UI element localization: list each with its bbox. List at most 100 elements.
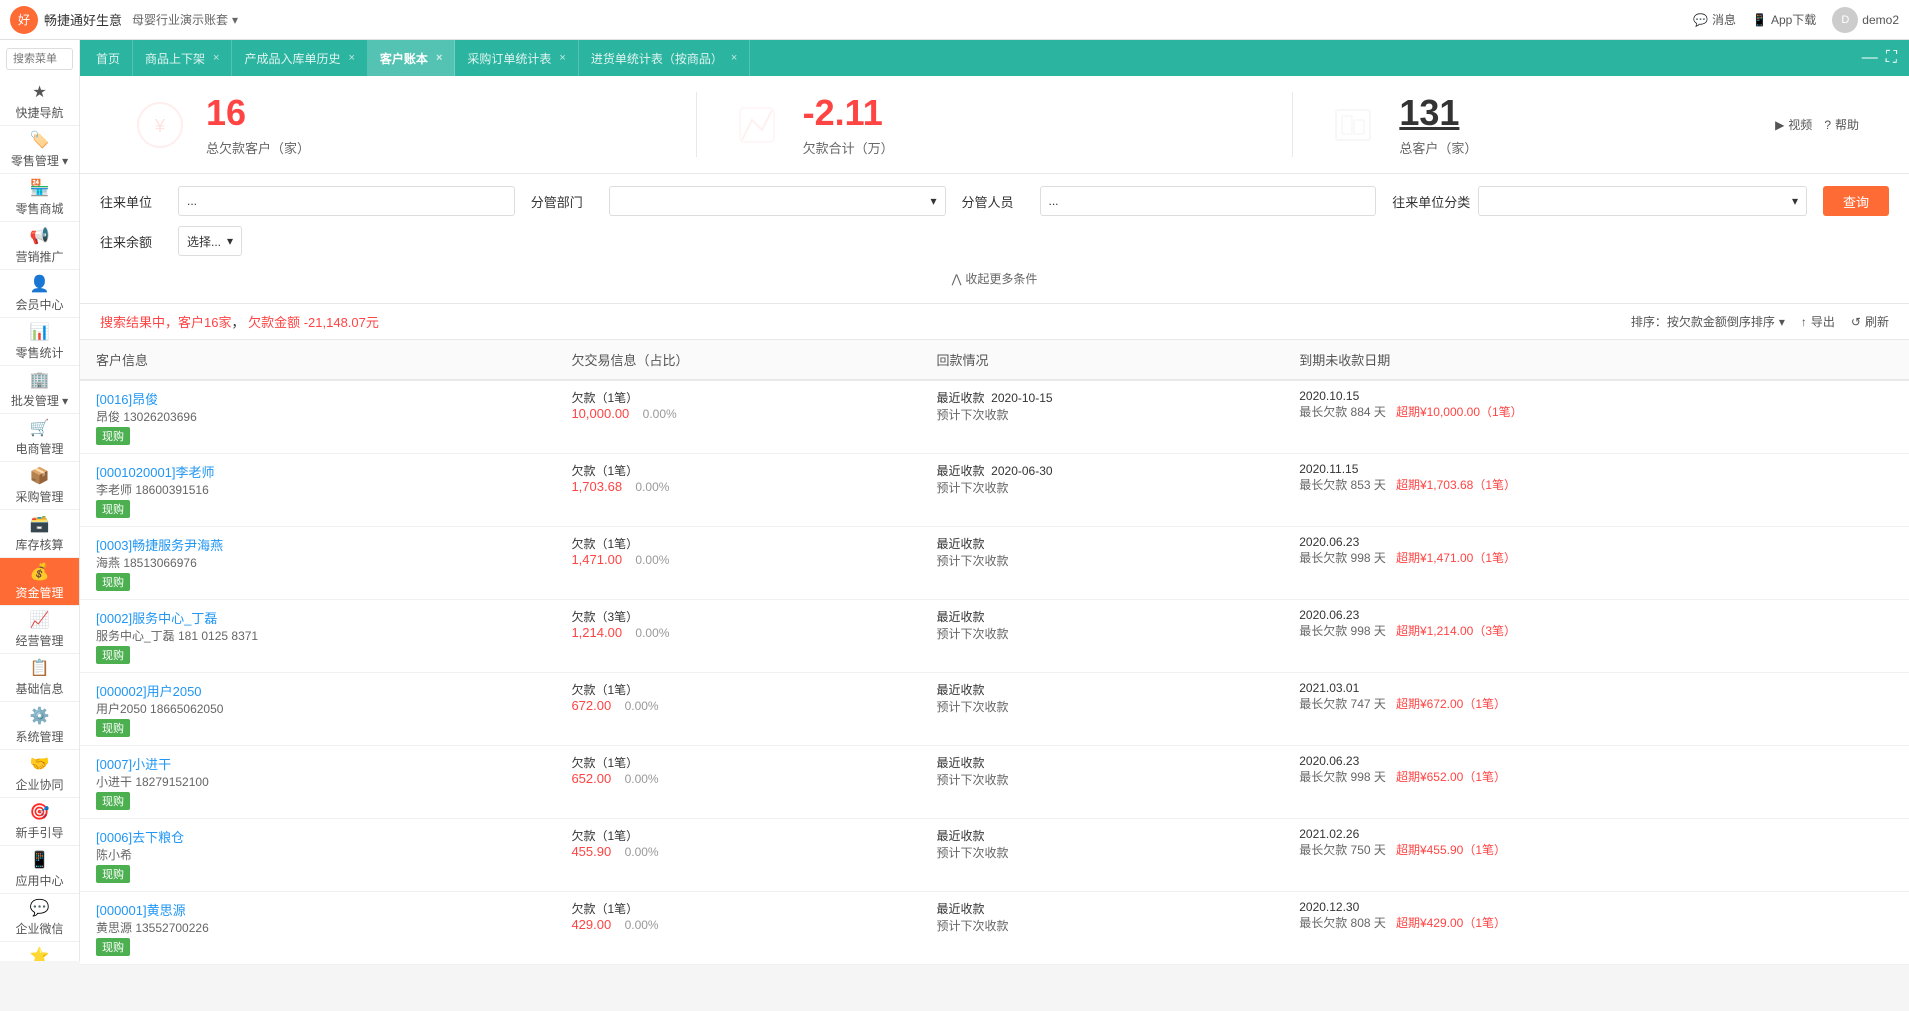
customer-tag-1: 现购 xyxy=(96,500,130,518)
next-collect-1: 预计下次收款 xyxy=(936,481,1008,495)
customer-name-link-3[interactable]: [0002]服务中心_丁磊 xyxy=(96,611,217,626)
results-bar: 搜索结果中，客户16家， 欠款金额 -21,148.07元 排序：按欠款金额倒序… xyxy=(80,304,1909,340)
overdue-amount-0[interactable]: 超期¥10,000.00（1笔） xyxy=(1396,405,1523,419)
industry-selector[interactable]: 母婴行业演示账套 ▾ xyxy=(132,11,238,28)
cell-due-date-5: 2020.06.23 最长欠款 998 天 超期¥652.00（1笔） xyxy=(1283,746,1909,819)
debt-amount-0: 10,000.00 xyxy=(571,406,629,421)
tab-expand-icon[interactable]: ⛶ xyxy=(1886,49,1897,67)
stat-total-customers: 131 总客户（家） ▶ 视频 ? 帮助 xyxy=(1293,92,1889,157)
app-center-label: 应用中心 xyxy=(15,872,63,889)
customer-name-link-5[interactable]: [0007]小进干 xyxy=(96,757,171,772)
inventory-label: 库存核算 xyxy=(15,536,63,553)
sidebar-item-enterprise-collab[interactable]: 🤝 企业协同 xyxy=(0,750,79,798)
refresh-btn[interactable]: ↺ 刷新 xyxy=(1851,313,1889,330)
sidebar-item-quick-nav[interactable]: ★ 快捷导航 xyxy=(0,78,79,126)
cell-debt-info-2: 欠款（1笔） 1,471.00 0.00% xyxy=(555,527,920,600)
tab-purchase-orders[interactable]: 采购订单统计表 × xyxy=(455,40,578,76)
debt-percent-0: 0.00% xyxy=(643,407,677,421)
help-btn[interactable]: ? 帮助 xyxy=(1824,116,1859,133)
business-icon: 📈 xyxy=(30,610,50,630)
overdue-amount-3[interactable]: 超期¥1,214.00（3笔） xyxy=(1396,624,1516,638)
collapse-button[interactable]: ⋀ 收起更多条件 xyxy=(952,270,1038,287)
export-btn[interactable]: ↑ 导出 xyxy=(1801,313,1835,330)
sidebar-item-inventory[interactable]: 🗃️ 库存核算 xyxy=(0,510,79,558)
app-icon: 📱 xyxy=(1752,13,1767,27)
sidebar-search-input[interactable] xyxy=(6,48,73,70)
tab-home[interactable]: 首页 xyxy=(84,40,133,76)
query-button[interactable]: 查询 xyxy=(1823,186,1889,216)
table-header: 客户信息 欠交易信息（占比） 回款情况 到期未收款日期 xyxy=(80,340,1909,380)
sidebar-item-retail-mgmt[interactable]: 🏷️ 零售管理 ▾ xyxy=(0,126,79,174)
sidebar-item-wholesale[interactable]: 🏢 批发管理 ▾ xyxy=(0,366,79,414)
customer-name-link-2[interactable]: [0003]畅捷服务尹海燕 xyxy=(96,538,223,553)
tab-collapse-icon[interactable]: — xyxy=(1862,49,1878,67)
refresh-icon: ↺ xyxy=(1851,315,1861,329)
tab-production-history-close[interactable]: × xyxy=(348,52,354,64)
overdue-amount-1[interactable]: 超期¥1,703.68（1笔） xyxy=(1396,478,1516,492)
filter-dept: 分管部门 ▾ xyxy=(531,186,946,216)
tab-products-off[interactable]: 商品上下架 × xyxy=(133,40,232,76)
sidebar-item-retail-store[interactable]: 🏪 零售商城 xyxy=(0,174,79,222)
customer-name-link-7[interactable]: [000001]黄思源 xyxy=(96,903,186,918)
tab-purchase-orders-close[interactable]: × xyxy=(559,52,565,64)
sidebar-item-business[interactable]: 📈 经营管理 xyxy=(0,606,79,654)
tab-purchase-stats-close[interactable]: × xyxy=(731,52,737,64)
cell-debt-info-0: 欠款（1笔） 10,000.00 0.00% xyxy=(555,380,920,454)
table-scroll-area[interactable]: 客户信息 欠交易信息（占比） 回款情况 到期未收款日期 [0016]昂俊 昂俊 … xyxy=(80,340,1909,1011)
overdue-amount-7[interactable]: 超期¥429.00（1笔） xyxy=(1396,916,1506,930)
customer-tag-7: 现购 xyxy=(96,938,130,956)
person-input[interactable]: ... xyxy=(1040,186,1377,216)
stat-debtors-label: 总欠款客户（家） xyxy=(206,138,310,157)
app-download-btn[interactable]: 📱 App下载 xyxy=(1752,11,1816,28)
cell-debt-info-3: 欠款（3笔） 1,214.00 0.00% xyxy=(555,600,920,673)
overdue-amount-2[interactable]: 超期¥1,471.00（1笔） xyxy=(1396,551,1516,565)
tab-products-off-label: 商品上下架 xyxy=(145,50,205,67)
customer-name-link-0[interactable]: [0016]昂俊 xyxy=(96,392,158,407)
cell-customer-info-6: [0006]去下粮仓 陈小希 现购 xyxy=(80,819,555,892)
customer-name-link-1[interactable]: [0001020001]李老师 xyxy=(96,465,215,480)
category-select[interactable]: ▾ xyxy=(1478,186,1807,216)
overdue-days-7: 最长欠款 808 天 xyxy=(1299,916,1386,930)
user-menu[interactable]: D demo2 xyxy=(1832,7,1899,33)
overdue-amount-6[interactable]: 超期¥455.90（1笔） xyxy=(1396,843,1506,857)
messages-btn[interactable]: 💬 消息 xyxy=(1693,11,1736,28)
sidebar-item-purchase[interactable]: 📦 采购管理 xyxy=(0,462,79,510)
customer-name-link-4[interactable]: [000002]用户2050 xyxy=(96,684,202,699)
sidebar-item-enterprise-wechat[interactable]: 💬 企业微信 xyxy=(0,894,79,942)
overdue-days-6: 最长欠款 750 天 xyxy=(1299,843,1386,857)
tab-products-off-close[interactable]: × xyxy=(213,52,219,64)
dept-arrow: ▾ xyxy=(930,194,936,208)
sidebar-item-marketing[interactable]: 📢 营销推广 xyxy=(0,222,79,270)
tab-customer-accounts[interactable]: 客户账本 × xyxy=(368,40,455,76)
sidebar-item-system[interactable]: ⚙️ 系统管理 xyxy=(0,702,79,750)
tab-production-history[interactable]: 产成品入库单历史 × xyxy=(232,40,367,76)
overdue-amount-5[interactable]: 超期¥652.00（1笔） xyxy=(1396,770,1506,784)
tab-customer-accounts-close[interactable]: × xyxy=(436,52,442,64)
sidebar-item-new-guide[interactable]: 🎯 新手引导 xyxy=(0,798,79,846)
next-collect-6: 预计下次收款 xyxy=(936,846,1008,860)
tab-purchase-stats[interactable]: 进货单统计表（按商品） × xyxy=(579,40,750,76)
sidebar-item-member-plus[interactable]: ⭐ 畅会员 xyxy=(0,942,79,961)
sidebar-item-member[interactable]: 👤 会员中心 xyxy=(0,270,79,318)
cell-debt-info-1: 欠款（1笔） 1,703.68 0.00% xyxy=(555,454,920,527)
sidebar-item-retail-stats[interactable]: 📊 零售统计 xyxy=(0,318,79,366)
debt-percent-6: 0.00% xyxy=(625,845,659,859)
sort-select[interactable]: 排序：按欠款金额倒序排序 ▾ xyxy=(1631,313,1785,330)
balance-select[interactable]: 选择... ▾ xyxy=(178,226,242,256)
overdue-amount-4[interactable]: 超期¥672.00（1笔） xyxy=(1396,697,1506,711)
category-label: 往来单位分类 xyxy=(1392,192,1470,211)
cell-debt-info-5: 欠款（1笔） 652.00 0.00% xyxy=(555,746,920,819)
sidebar-item-app-center[interactable]: 📱 应用中心 xyxy=(0,846,79,894)
overdue-days-2: 最长欠款 998 天 xyxy=(1299,551,1386,565)
inventory-icon: 🗃️ xyxy=(30,514,50,534)
customer-name-link-6[interactable]: [0006]去下粮仓 xyxy=(96,830,184,845)
sidebar-item-ecommerce[interactable]: 🛒 电商管理 xyxy=(0,414,79,462)
top-bar-left: 好 畅捷通好生意 母婴行业演示账套 ▾ xyxy=(10,6,238,34)
debt-count-4: 欠款（1笔） xyxy=(571,683,638,697)
sidebar-item-basic-info[interactable]: 📋 基础信息 xyxy=(0,654,79,702)
dept-select[interactable]: ▾ xyxy=(609,186,946,216)
video-btn[interactable]: ▶ 视频 xyxy=(1775,116,1812,133)
sidebar-item-capital[interactable]: 💰 资金管理 xyxy=(0,558,79,606)
vendor-input[interactable]: ... xyxy=(178,186,515,216)
customer-phone-5: 小进干 18279152100 xyxy=(96,775,209,789)
